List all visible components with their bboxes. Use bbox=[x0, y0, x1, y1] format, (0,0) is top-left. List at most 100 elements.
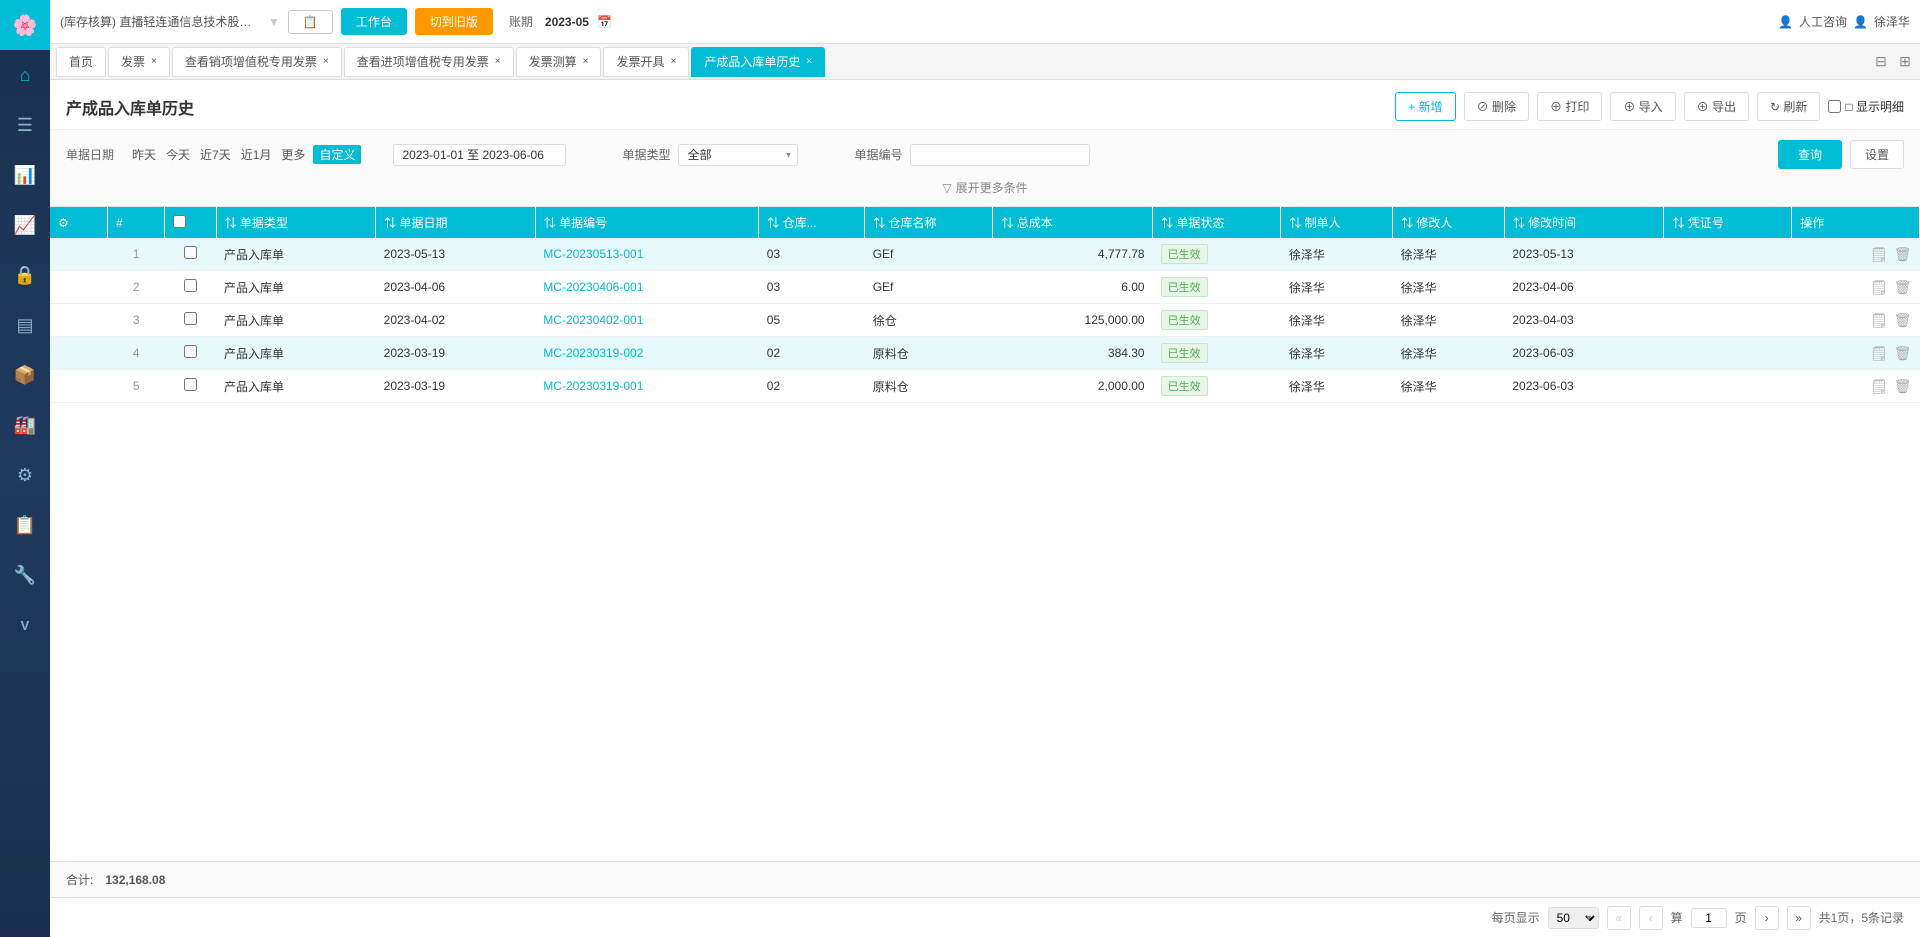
tab-invoice-close[interactable]: × bbox=[151, 56, 157, 67]
shortcut-yesterday[interactable]: 昨天 bbox=[130, 145, 158, 164]
delete-button[interactable]: ⊘ 删除 bbox=[1464, 92, 1529, 121]
sidebar-item-lock[interactable]: 🔒 bbox=[0, 250, 50, 300]
th-warehouse-id[interactable]: ⇅ 仓库... bbox=[759, 207, 865, 238]
per-page-select[interactable]: 20 50 100 bbox=[1548, 907, 1599, 929]
tab-sales-invoice[interactable]: 查看销项增值税专用发票 × bbox=[172, 47, 342, 77]
row-checkbox[interactable] bbox=[184, 378, 197, 391]
tab-product-history[interactable]: 产成品入库单历史 × bbox=[691, 47, 825, 77]
row-code-cell[interactable]: MC-20230319-001 bbox=[535, 370, 759, 403]
sidebar-item-analyze[interactable]: 📈 bbox=[0, 200, 50, 250]
tab-purchase-close[interactable]: × bbox=[495, 56, 501, 67]
sidebar-item-doc[interactable]: ☰ bbox=[0, 100, 50, 150]
window-maximize-button[interactable]: ⊞ bbox=[1896, 53, 1914, 71]
th-code[interactable]: ⇅ 单据编号 bbox=[535, 207, 759, 238]
tab-invoice[interactable]: 发票 × bbox=[108, 47, 170, 77]
sidebar-item-product[interactable]: 🏭 bbox=[0, 400, 50, 450]
tab-calc-close[interactable]: × bbox=[583, 56, 589, 67]
th-modifier[interactable]: ⇅ 修改人 bbox=[1393, 207, 1505, 238]
prev-page-button[interactable]: ‹ bbox=[1639, 906, 1663, 930]
row-edit-icon[interactable]: 🗒 bbox=[1870, 345, 1888, 362]
row-edit-icon[interactable]: 🗒 bbox=[1870, 279, 1888, 296]
th-status[interactable]: ⇅ 单据状态 bbox=[1153, 207, 1281, 238]
workbench-button[interactable]: 工作台 bbox=[341, 8, 407, 35]
last-page-button[interactable]: » bbox=[1787, 906, 1811, 930]
check-all-checkbox[interactable] bbox=[173, 215, 186, 228]
show-detail-checkbox-label[interactable]: □ 显示明细 bbox=[1828, 98, 1904, 115]
row-checkbox[interactable] bbox=[184, 312, 197, 325]
analyze-icon: 📈 bbox=[14, 215, 36, 236]
sidebar-item-chart[interactable]: 📊 bbox=[0, 150, 50, 200]
tab-open-close[interactable]: × bbox=[670, 56, 676, 67]
date-range-input[interactable] bbox=[393, 144, 566, 166]
sidebar-item-tool[interactable]: 🔧 bbox=[0, 550, 50, 600]
row-code-cell[interactable]: MC-20230402-001 bbox=[535, 304, 759, 337]
window-minimize-button[interactable]: ⊟ bbox=[1872, 53, 1890, 71]
tab-purchase-invoice[interactable]: 查看进项增值税专用发票 × bbox=[344, 47, 514, 77]
th-warehouse-name[interactable]: ⇅ 仓库名称 bbox=[865, 207, 993, 238]
tab-home[interactable]: 首页 bbox=[56, 47, 106, 77]
sidebar-item-menu[interactable]: ▤ bbox=[0, 300, 50, 350]
help-label[interactable]: 人工咨询 bbox=[1799, 13, 1847, 30]
app-logo[interactable]: 🌸 bbox=[0, 0, 50, 50]
th-total[interactable]: ⇅ 总成本 bbox=[993, 207, 1153, 238]
row-delete-icon[interactable]: 🗑 bbox=[1894, 378, 1912, 395]
tab-sales-close[interactable]: × bbox=[323, 56, 329, 67]
sidebar-item-stamp[interactable]: 📋 bbox=[0, 500, 50, 550]
row-code-cell[interactable]: MC-20230406-001 bbox=[535, 271, 759, 304]
row-code-cell[interactable]: MC-20230319-002 bbox=[535, 337, 759, 370]
new-button[interactable]: + 新增 bbox=[1395, 92, 1455, 121]
print-button[interactable]: ⊕ 打印 bbox=[1537, 92, 1602, 121]
expand-more-row[interactable]: ▽ 展开更多条件 bbox=[66, 175, 1904, 196]
row-edit-icon[interactable]: 🗒 bbox=[1870, 246, 1888, 263]
export-button[interactable]: ⊕ 导出 bbox=[1684, 92, 1749, 121]
shortcut-custom[interactable]: 自定义 bbox=[313, 145, 361, 164]
row-check-cell[interactable] bbox=[165, 304, 216, 337]
row-delete-icon[interactable]: 🗑 bbox=[1894, 312, 1912, 329]
sidebar-item-inventory[interactable]: 📦 bbox=[0, 350, 50, 400]
shortcut-7days[interactable]: 近7天 bbox=[198, 145, 233, 164]
th-voucher[interactable]: ⇅ 凭证号 bbox=[1664, 207, 1792, 238]
next-page-button[interactable]: › bbox=[1755, 906, 1779, 930]
sidebar-item-settings[interactable]: ⚙ bbox=[0, 450, 50, 500]
shortcut-more[interactable]: 更多 bbox=[279, 145, 307, 164]
setting-button[interactable]: 设置 bbox=[1850, 140, 1904, 169]
row-code-cell[interactable]: MC-20230513-001 bbox=[535, 238, 759, 271]
doc-copy-button[interactable]: 📋 bbox=[288, 10, 333, 34]
th-modify-time[interactable]: ⇅ 修改时间 bbox=[1504, 207, 1664, 238]
tab-invoice-open[interactable]: 发票开具 × bbox=[603, 47, 689, 77]
shortcut-1month[interactable]: 近1月 bbox=[239, 145, 274, 164]
shortcut-today[interactable]: 今天 bbox=[164, 145, 192, 164]
import-button[interactable]: ⊕ 导入 bbox=[1610, 92, 1675, 121]
sidebar-item-version[interactable]: V bbox=[0, 600, 50, 650]
page-input[interactable] bbox=[1691, 908, 1727, 928]
type-filter-select[interactable]: 全部 产品入库单 bbox=[678, 144, 798, 166]
tab-invoice-calc[interactable]: 发票测算 × bbox=[516, 47, 602, 77]
row-check-cell[interactable] bbox=[165, 370, 216, 403]
row-check-cell[interactable] bbox=[165, 238, 216, 271]
row-delete-icon[interactable]: 🗑 bbox=[1894, 246, 1912, 263]
row-check-cell[interactable] bbox=[165, 271, 216, 304]
row-delete-icon[interactable]: 🗑 bbox=[1894, 345, 1912, 362]
sidebar-item-home[interactable]: ⌂ bbox=[0, 50, 50, 100]
row-checkbox[interactable] bbox=[184, 345, 197, 358]
row-edit-icon[interactable]: 🗒 bbox=[1870, 378, 1888, 395]
row-checkbox[interactable] bbox=[184, 246, 197, 259]
calendar-icon[interactable]: 📅 bbox=[597, 15, 612, 29]
query-button[interactable]: 查询 bbox=[1778, 140, 1842, 169]
th-date[interactable]: ⇅ 单据日期 bbox=[376, 207, 536, 238]
switch-old-button[interactable]: 切到旧版 bbox=[415, 8, 493, 35]
refresh-button[interactable]: ↻ 刷新 bbox=[1757, 92, 1820, 121]
row-checkbox[interactable] bbox=[184, 279, 197, 292]
show-detail-checkbox[interactable] bbox=[1828, 100, 1841, 113]
th-creator[interactable]: ⇅ 制单人 bbox=[1281, 207, 1393, 238]
row-delete-icon[interactable]: 🗑 bbox=[1894, 279, 1912, 296]
th-check[interactable] bbox=[165, 207, 216, 238]
row-edit-icon[interactable]: 🗒 bbox=[1870, 312, 1888, 329]
row-check-cell[interactable] bbox=[165, 337, 216, 370]
th-type[interactable]: ⇅ 单据类型 bbox=[216, 207, 376, 238]
tab-history-close[interactable]: × bbox=[806, 56, 812, 67]
first-page-button[interactable]: « bbox=[1607, 906, 1631, 930]
code-filter-input[interactable] bbox=[910, 144, 1090, 166]
th-settings[interactable]: ⚙ bbox=[50, 207, 107, 238]
row-modifier-cell: 徐泽华 bbox=[1393, 238, 1505, 271]
